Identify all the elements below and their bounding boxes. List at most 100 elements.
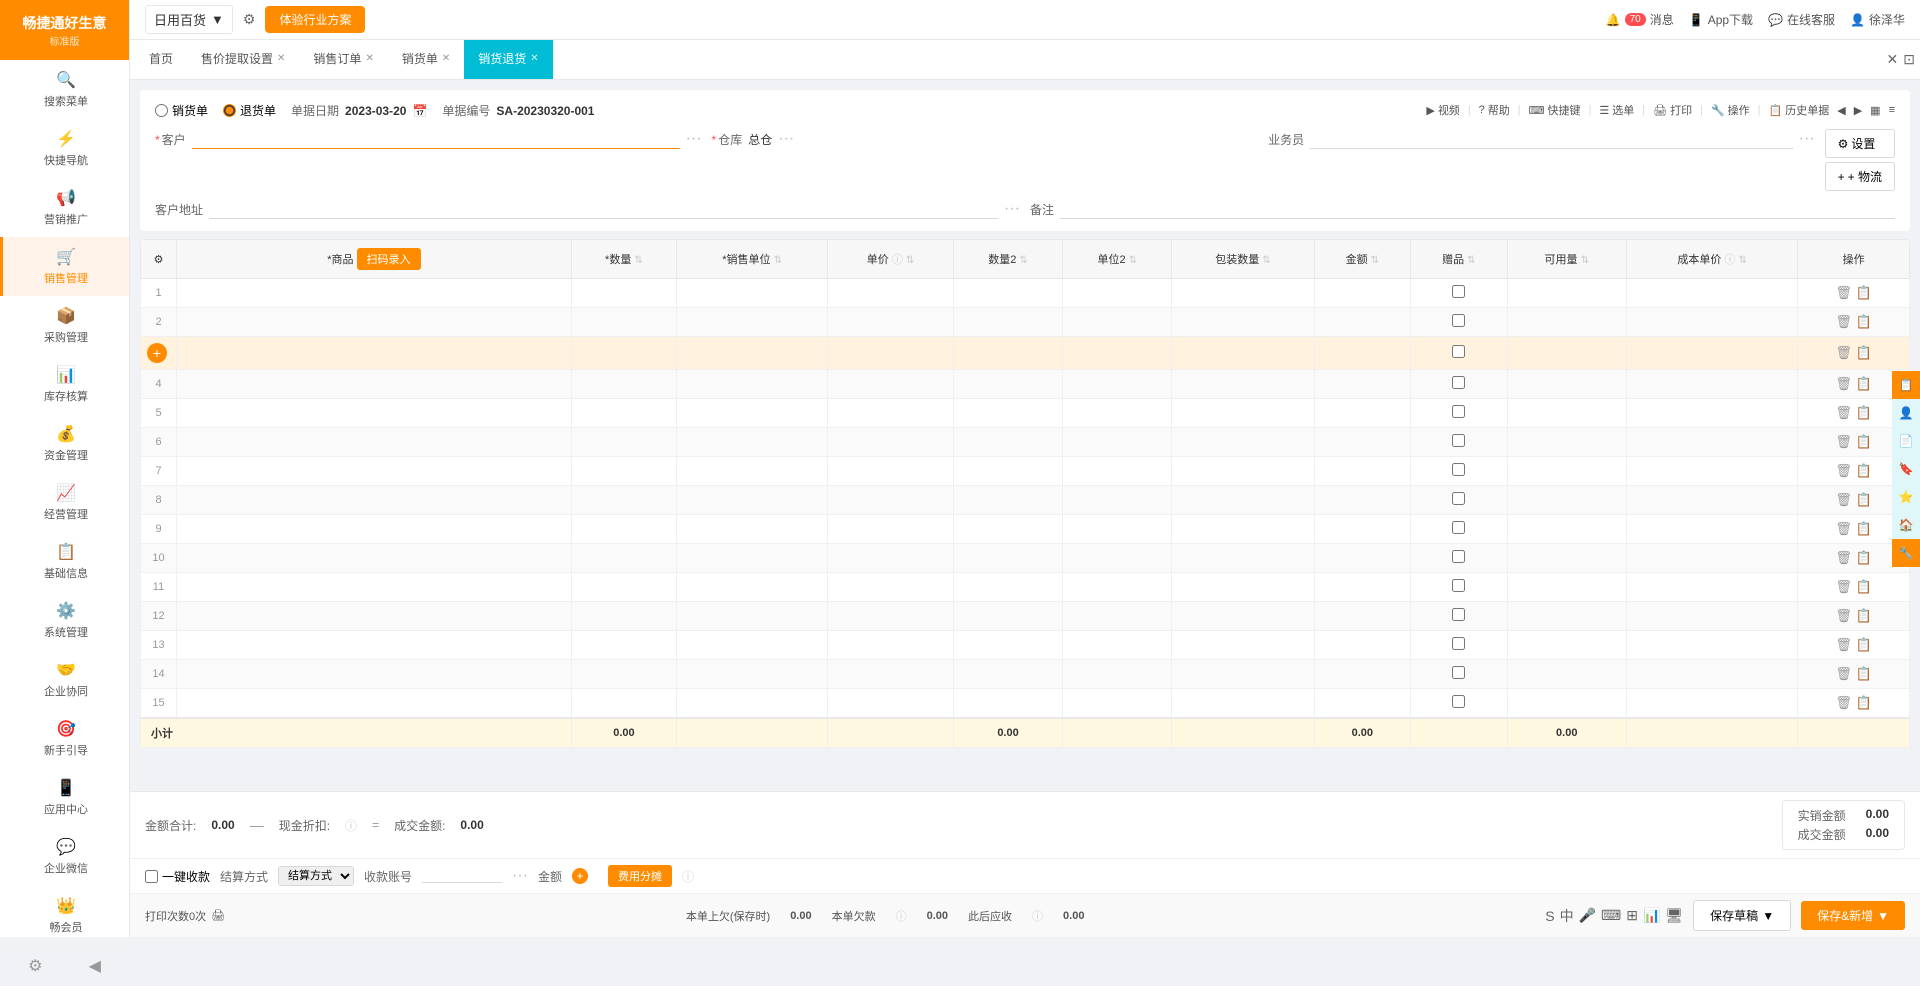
close-tab-icon[interactable]: ✕ [277, 53, 285, 64]
gift-checkbox[interactable] [1452, 463, 1465, 476]
th-sales-unit[interactable]: *销售单位 ⇅ [677, 240, 828, 279]
sidebar-item-apps[interactable]: 📱 应用中心 [0, 768, 129, 827]
online-service-item[interactable]: 💬 在线客服 [1768, 11, 1835, 28]
customer-select-icon[interactable]: ··· [686, 130, 702, 148]
scan-button[interactable]: 扫码录入 [357, 248, 421, 270]
notification-item[interactable]: 🔔 70 消息 [1606, 11, 1674, 28]
gift-checkbox[interactable] [1452, 405, 1465, 418]
delete-row-icon[interactable]: 🗑 [1835, 666, 1852, 681]
gift-checkbox[interactable] [1452, 666, 1465, 679]
radio-sales-bill[interactable]: 销货单 [155, 102, 208, 119]
sidebar-item-operations[interactable]: 📈 经营管理 [0, 473, 129, 532]
sidebar-item-marketing[interactable]: 📢 营销推广 [0, 178, 129, 237]
right-panel-user-btn[interactable]: 👤 [1892, 399, 1920, 427]
table-cell-gift[interactable] [1411, 573, 1508, 602]
copy-row-icon[interactable]: 📋 [1856, 695, 1872, 710]
copy-row-icon[interactable]: 📋 [1856, 434, 1872, 449]
delete-row-icon[interactable]: 🗑 [1835, 345, 1852, 360]
close-tab-icon[interactable]: ✕ [442, 53, 450, 64]
th-product[interactable]: *商品 扫码录入 [177, 240, 572, 279]
list-view-btn[interactable]: ≡ [1889, 104, 1895, 116]
radio-return-bill[interactable]: 退货单 [223, 102, 276, 119]
sidebar-item-member[interactable]: 👑 畅会员 [0, 886, 129, 945]
sidebar-item-basic[interactable]: 📋 基础信息 [0, 532, 129, 591]
gift-checkbox[interactable] [1452, 579, 1465, 592]
collapse-icon[interactable]: ◀ [89, 956, 101, 976]
sidebar-item-finance[interactable]: 💰 资金管理 [0, 414, 129, 473]
copy-row-icon[interactable]: 📋 [1856, 579, 1872, 594]
print-btn[interactable]: 🖨 打印 [1653, 102, 1692, 118]
th-qty[interactable]: *数量 ⇅ [571, 240, 676, 279]
calendar-icon[interactable]: 📅 [412, 104, 427, 118]
account-input[interactable] [422, 870, 502, 883]
copy-row-icon[interactable]: 📋 [1856, 314, 1872, 329]
header-settings-icon[interactable]: ⚙ [243, 11, 256, 28]
product-input[interactable] [183, 346, 565, 361]
tab-price-extract[interactable]: 售价提取设置 ✕ [187, 40, 299, 79]
settings-btn[interactable]: ⚙ 设置 [1825, 129, 1895, 158]
account-select-icon[interactable]: ··· [512, 867, 528, 885]
next-record-btn[interactable]: ▶ [1854, 104, 1862, 117]
th-unit-price[interactable]: 单价 ⓘ ⇅ [828, 240, 954, 279]
gift-checkbox[interactable] [1452, 314, 1465, 327]
address-select-icon[interactable]: ··· [1004, 200, 1020, 218]
add-row-button[interactable]: + [147, 343, 167, 363]
table-cell-gift[interactable] [1411, 428, 1508, 457]
salesperson-input[interactable] [1310, 129, 1793, 149]
close-tab-icon[interactable]: ✕ [365, 53, 373, 64]
table-cell-gift[interactable] [1411, 308, 1508, 337]
th-settings[interactable]: ⚙ [141, 240, 177, 279]
table-cell-product[interactable] [177, 631, 572, 660]
trial-button[interactable]: 体验行业方案 [265, 6, 365, 33]
gift-checkbox[interactable] [1452, 637, 1465, 650]
sidebar-item-search[interactable]: 🔍 搜索菜单 [0, 60, 129, 119]
salesperson-placeholder-icon[interactable]: ··· [1799, 130, 1815, 148]
customer-input[interactable] [192, 129, 680, 149]
right-panel-tool-btn[interactable]: 🔧 [1892, 539, 1920, 567]
right-panel-star-btn[interactable]: ⭐ [1892, 483, 1920, 511]
one-click-pay-input[interactable] [145, 870, 158, 883]
right-panel-doc-btn[interactable]: 📄 [1892, 427, 1920, 455]
table-cell-product[interactable] [177, 428, 572, 457]
logistics-btn[interactable]: + + 物流 [1825, 162, 1895, 191]
gift-checkbox[interactable] [1452, 492, 1465, 505]
th-qty2[interactable]: 数量2 ⇅ [953, 240, 1062, 279]
operate-btn[interactable]: 🔧 操作 [1711, 102, 1750, 118]
delete-row-icon[interactable]: 🗑 [1835, 637, 1852, 652]
table-cell-product[interactable] [177, 573, 572, 602]
delete-row-icon[interactable]: 🗑 [1835, 463, 1852, 478]
delete-row-icon[interactable]: 🗑 [1835, 695, 1852, 710]
th-cost-unit[interactable]: 成本单价 ⓘ ⇅ [1626, 240, 1797, 279]
table-cell-product[interactable] [177, 515, 572, 544]
copy-row-icon[interactable]: 📋 [1856, 608, 1872, 623]
gift-checkbox[interactable] [1452, 608, 1465, 621]
tab-sales-return[interactable]: 销货退货 ✕ [464, 40, 552, 79]
table-cell-gift[interactable] [1411, 370, 1508, 399]
settings-bottom-icon[interactable]: ⚙ [28, 956, 42, 976]
table-cell-gift[interactable] [1411, 515, 1508, 544]
copy-row-icon[interactable]: 📋 [1856, 666, 1872, 681]
address-input[interactable] [209, 199, 998, 219]
table-cell-product[interactable] [177, 660, 572, 689]
table-cell-product[interactable] [177, 457, 572, 486]
save-draft-button[interactable]: 保存草稿 ▼ [1693, 900, 1791, 931]
table-cell-gift[interactable] [1411, 689, 1508, 719]
warehouse-select-icon[interactable]: ··· [778, 130, 794, 148]
grid-view-btn[interactable]: ▦ [1870, 104, 1880, 117]
gift-checkbox[interactable] [1452, 345, 1465, 358]
video-btn[interactable]: ▶ 视频 [1426, 102, 1459, 118]
table-cell-product[interactable] [177, 602, 572, 631]
delete-row-icon[interactable]: 🗑 [1835, 376, 1852, 391]
copy-row-icon[interactable]: 📋 [1856, 285, 1872, 300]
th-gift[interactable]: 赠品 ⇅ [1411, 240, 1508, 279]
delete-row-icon[interactable]: 🗑 [1835, 608, 1852, 623]
tab-home[interactable]: 首页 [135, 40, 187, 79]
gift-checkbox[interactable] [1452, 521, 1465, 534]
table-cell-product[interactable] [177, 544, 572, 573]
copy-row-icon[interactable]: 📋 [1856, 550, 1872, 565]
copy-row-icon[interactable]: 📋 [1856, 345, 1872, 360]
delete-row-icon[interactable]: 🗑 [1835, 521, 1852, 536]
help-btn[interactable]: ? 帮助 [1479, 102, 1510, 118]
sidebar-item-purchase[interactable]: 📦 采购管理 [0, 296, 129, 355]
table-cell-product[interactable] [177, 279, 572, 308]
